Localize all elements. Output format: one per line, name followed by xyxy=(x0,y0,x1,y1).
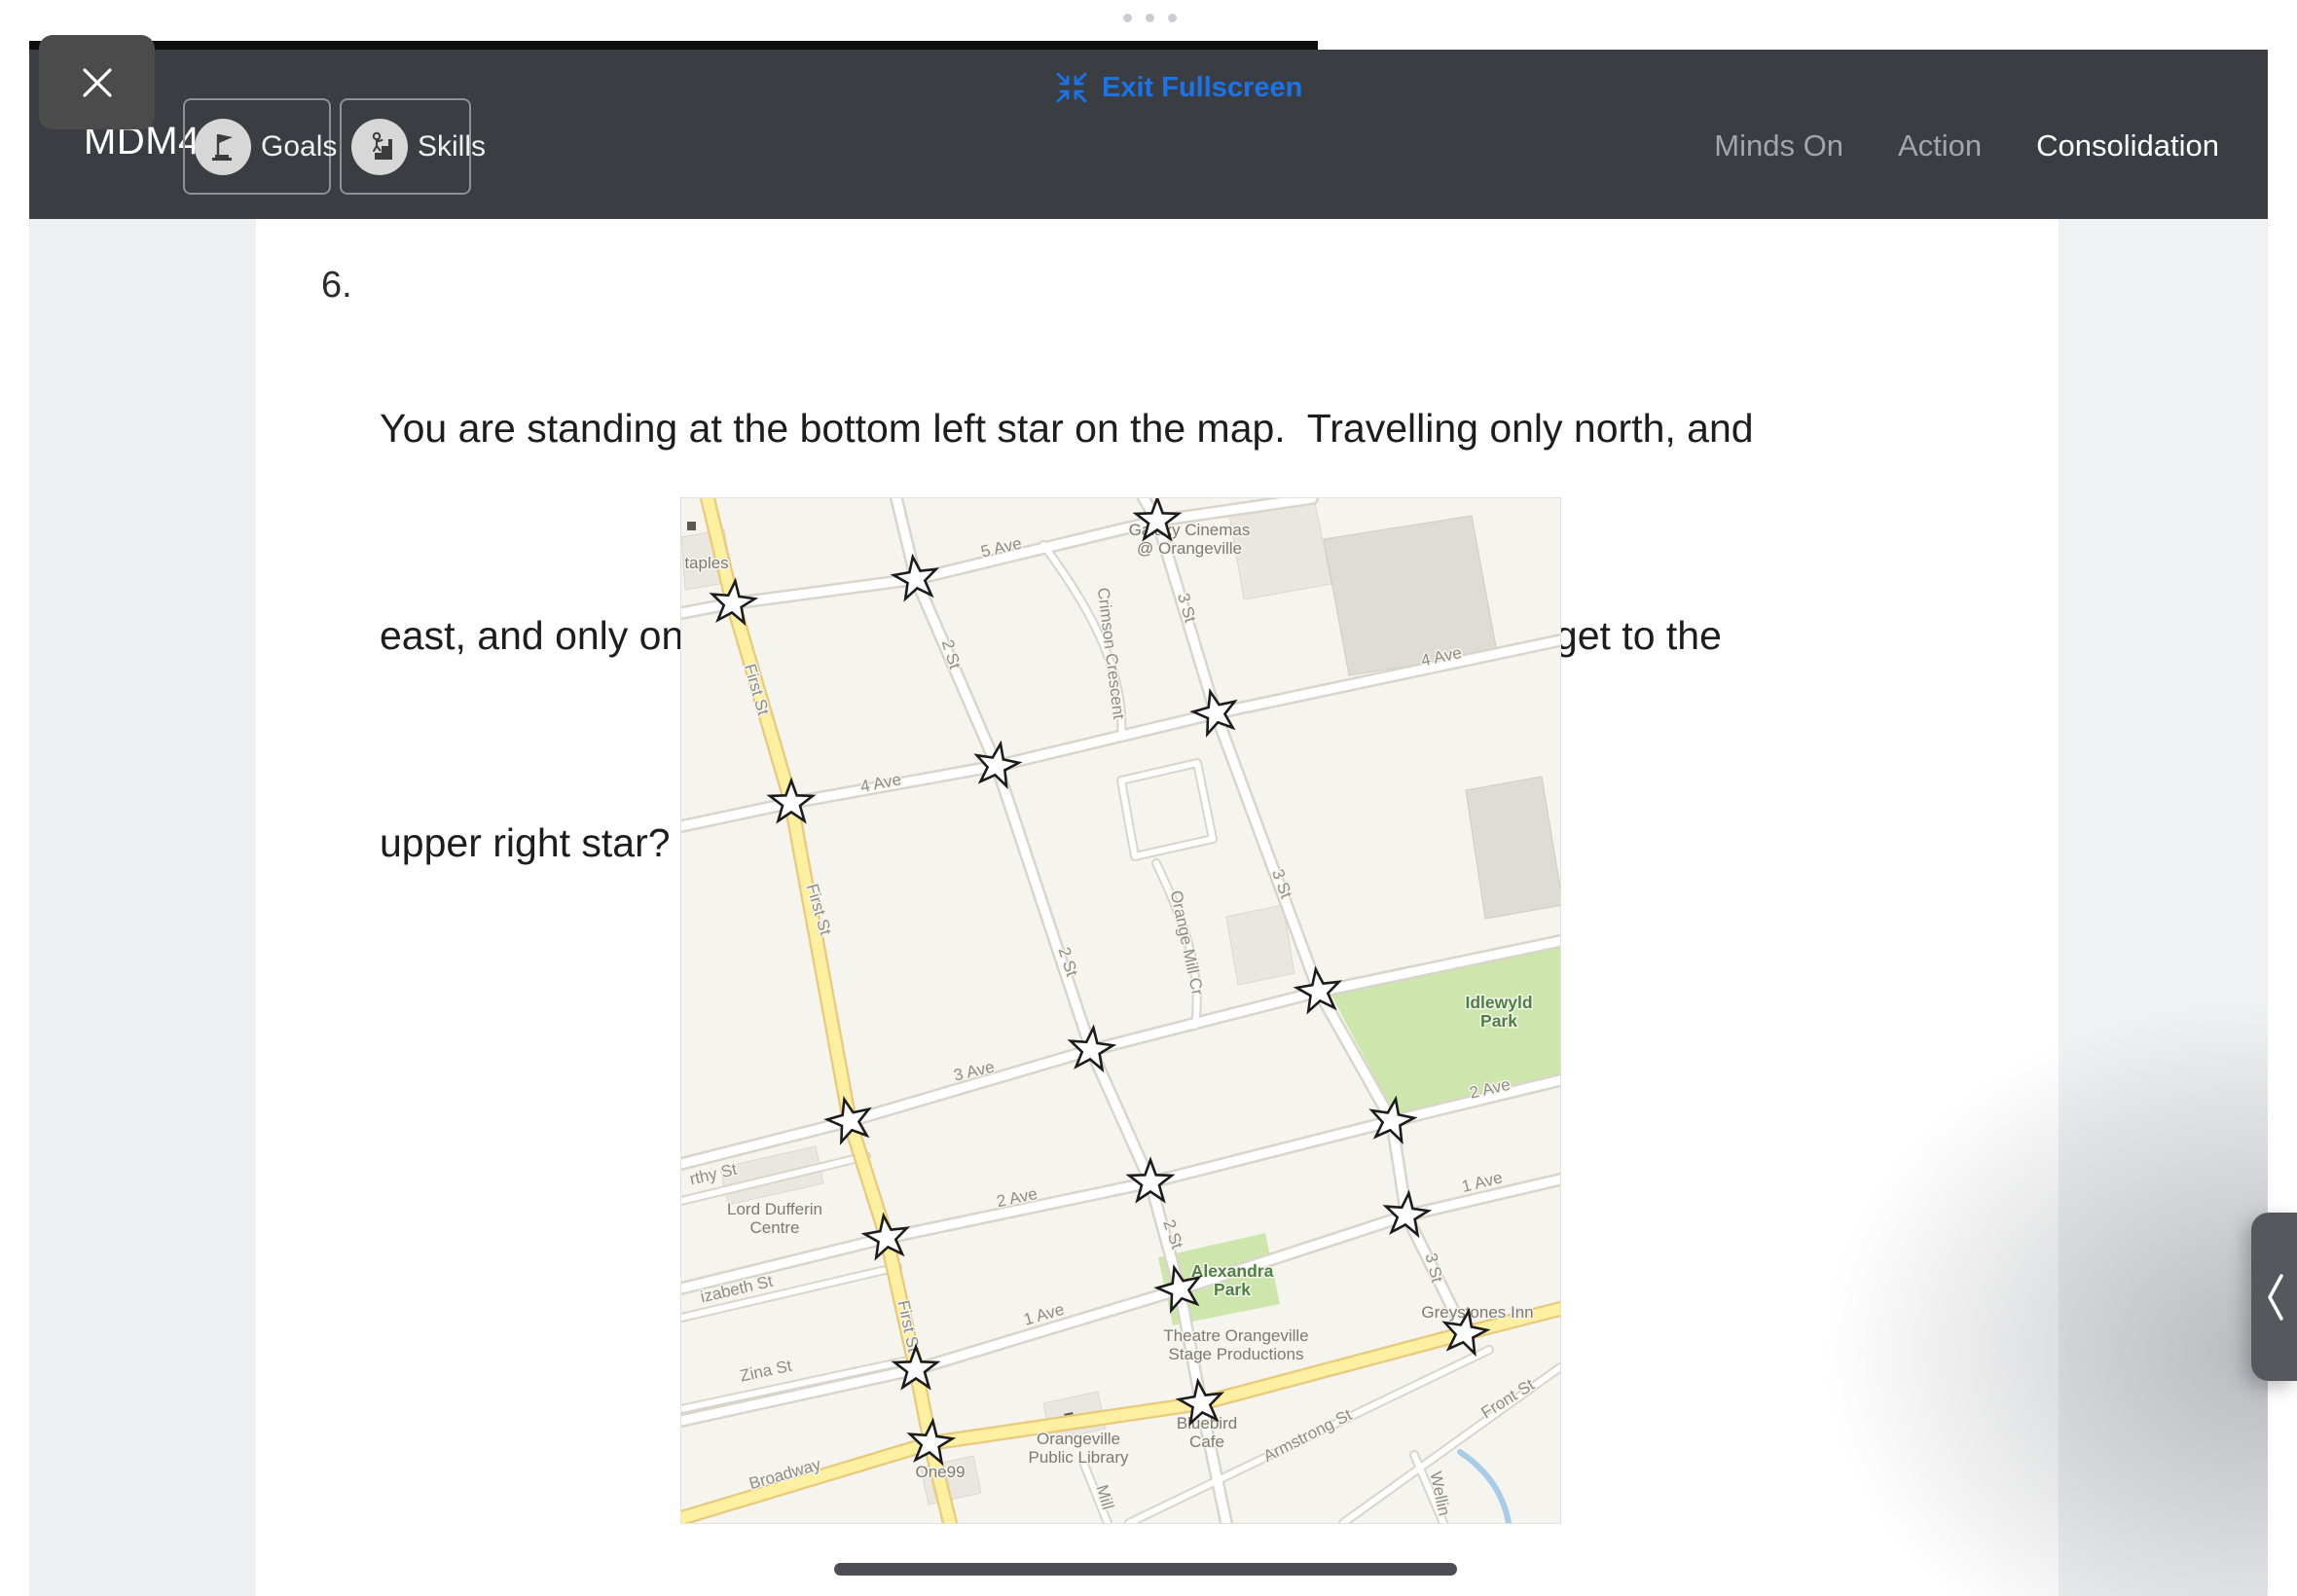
lesson-content: 6. You are standing at the bottom left s… xyxy=(256,219,2059,1596)
place-label: Greystones Inn xyxy=(1421,1303,1533,1322)
place-label: OrangevillePublic Library xyxy=(1029,1430,1129,1467)
map-image: First StFirst StFirst St2 St2 St2 St3 St… xyxy=(681,498,1560,1523)
street-label: 3 St xyxy=(1421,1251,1446,1285)
dot-icon xyxy=(1146,14,1154,22)
tab-consolidation[interactable]: Consolidation xyxy=(2036,128,2219,163)
street-label: 4 Ave xyxy=(858,770,902,796)
place-label: BluebirdCafe xyxy=(1177,1414,1237,1451)
tab-minds-on[interactable]: Minds On xyxy=(1714,128,1843,163)
street-label: Crimson Crescent xyxy=(1094,587,1128,721)
skills-stairs-icon xyxy=(351,119,408,175)
dot-icon xyxy=(1123,14,1132,22)
exit-fullscreen-icon xyxy=(1053,69,1090,106)
tab-action[interactable]: Action xyxy=(1898,128,1982,163)
exit-fullscreen-label: Exit Fullscreen xyxy=(1102,72,1302,104)
goals-label: Goals xyxy=(261,130,337,163)
screen: MDM4U Goals Skills xyxy=(0,0,2297,1596)
exit-fullscreen-button[interactable]: Exit Fullscreen xyxy=(1047,68,1308,107)
orangeville-map: First StFirst StFirst St2 St2 St2 St3 St… xyxy=(681,498,1560,1523)
street-label: Front St xyxy=(1477,1375,1538,1422)
street-label: First St xyxy=(741,662,773,717)
street-label: Orange Mill Cr xyxy=(1167,889,1207,997)
question-number: 6. xyxy=(321,265,352,307)
street-label: Armstrong St xyxy=(1260,1405,1355,1466)
goals-flag-icon xyxy=(195,119,251,175)
close-button[interactable] xyxy=(39,35,155,129)
street-label: 3 St xyxy=(1268,867,1295,901)
street-label: 2 St xyxy=(938,637,965,671)
collapse-drawer-button[interactable] xyxy=(2251,1213,2297,1381)
app-header: MDM4U Goals Skills xyxy=(29,50,2268,219)
place-label: Theatre OrangevilleStage Productions xyxy=(1163,1326,1308,1363)
place-label: taples xyxy=(684,554,728,572)
skills-label: Skills xyxy=(418,130,486,163)
close-icon xyxy=(75,60,120,105)
chevron-left-icon xyxy=(2263,1270,2286,1324)
place-label: One99 xyxy=(915,1463,965,1481)
lesson-progress-bar[interactable] xyxy=(29,41,1318,50)
right-gutter xyxy=(2059,219,2268,1596)
place-label: Lord DufferinCentre xyxy=(727,1200,822,1237)
street-label: Zina St xyxy=(739,1357,794,1386)
left-gutter xyxy=(29,219,256,1596)
street-label: First St xyxy=(893,1299,923,1355)
dot-icon xyxy=(1168,14,1177,22)
drag-handle-dots[interactable] xyxy=(1123,14,1177,22)
question-line: You are standing at the bottom left star… xyxy=(380,394,2024,463)
street-label: 3 St xyxy=(1174,591,1200,625)
skills-button[interactable]: Skills xyxy=(340,98,471,195)
goals-button[interactable]: Goals xyxy=(183,98,331,195)
lesson-phase-nav: Minds On Action Consolidation xyxy=(1714,128,2219,163)
horizontal-scrollbar[interactable] xyxy=(834,1563,1457,1576)
map-water xyxy=(1460,1452,1509,1523)
